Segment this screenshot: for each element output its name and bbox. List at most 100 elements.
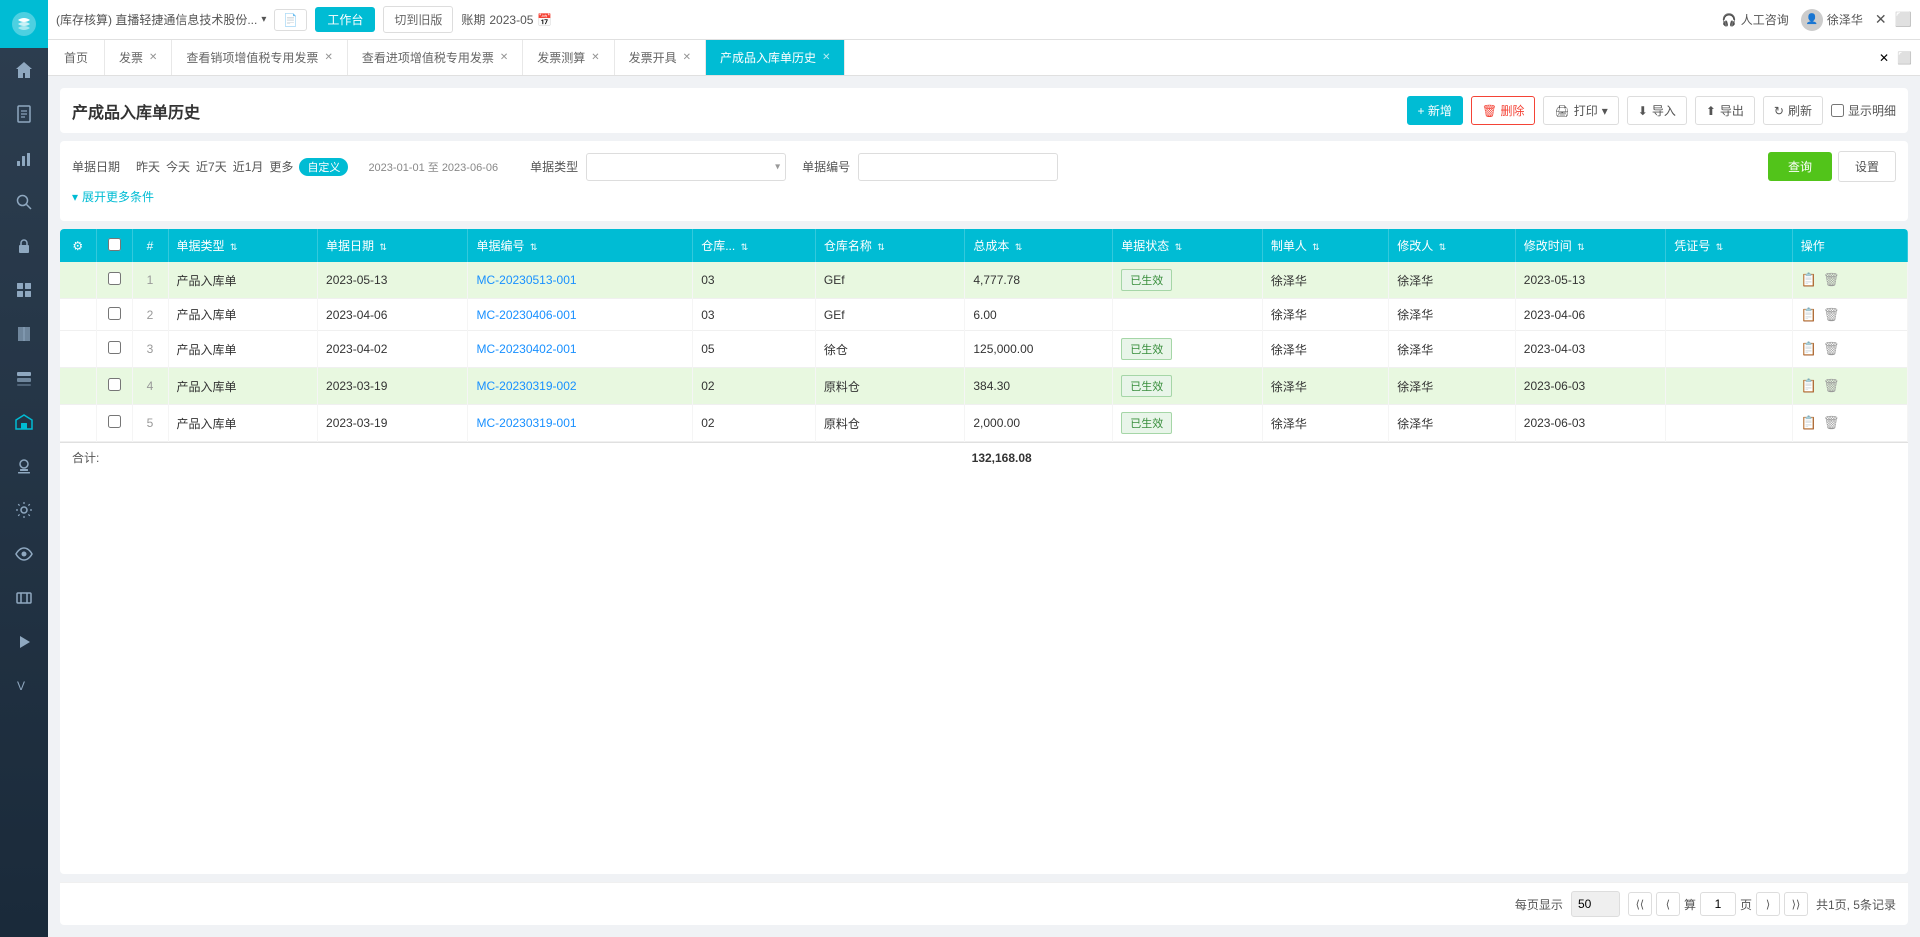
workbench-button[interactable]: 工作台 (315, 7, 375, 32)
last-page-button[interactable]: ⟩⟩ (1784, 892, 1808, 916)
tab-check-sales[interactable]: 查看销项增值税专用发票 ✕ (172, 40, 347, 75)
tab-product-inbound-close[interactable]: ✕ (822, 52, 830, 63)
date-today[interactable]: 今天 (166, 158, 190, 175)
sidebar-item-settings2[interactable] (0, 488, 48, 532)
col-warehouse-code[interactable]: 仓库... ⇅ (693, 229, 816, 262)
col-doc-number[interactable]: 单据编号 ⇅ (468, 229, 693, 262)
tab-invoice-open[interactable]: 发票开具 ✕ (615, 40, 706, 75)
sidebar-item-chart[interactable] (0, 136, 48, 180)
col-total-cost[interactable]: 总成本 ⇅ (965, 229, 1113, 262)
display-toggle[interactable]: 显示明细 (1831, 102, 1896, 119)
user-service[interactable]: 🎧 人工咨询 (1722, 11, 1789, 28)
row-delete-icon[interactable]: 🗑 (1823, 378, 1840, 394)
tab-check-purchase[interactable]: 查看进项增值税专用发票 ✕ (348, 40, 523, 75)
tab-invoice-calc-close[interactable]: ✕ (591, 52, 599, 63)
page-number-input[interactable] (1700, 892, 1736, 916)
close-window-icon[interactable]: ✕ (1875, 11, 1887, 28)
refresh-button[interactable]: ↻ 刷新 (1763, 96, 1823, 125)
row-edit-icon[interactable]: 📋 (1801, 415, 1817, 431)
doc-type-select[interactable] (586, 153, 786, 181)
row-edit-icon[interactable]: 📋 (1801, 307, 1817, 323)
doc-number-link[interactable]: MC-20230406-001 (476, 308, 576, 322)
col-settings[interactable]: ⚙ (60, 229, 96, 262)
sidebar-item-gear[interactable] (0, 576, 48, 620)
sidebar-item-stamp[interactable] (0, 444, 48, 488)
sidebar-item-grid[interactable] (0, 268, 48, 312)
set-button[interactable]: 设置 (1838, 151, 1896, 182)
row-delete-icon[interactable]: 🗑 (1823, 415, 1840, 431)
col-doc-type[interactable]: 单据类型 ⇅ (168, 229, 318, 262)
row-doc-number[interactable]: MC-20230319-001 (468, 405, 693, 442)
row-doc-number[interactable]: MC-20230319-002 (468, 368, 693, 405)
new-button[interactable]: + 新增 (1407, 96, 1463, 125)
tab-invoice-close[interactable]: ✕ (149, 52, 157, 63)
row-delete-icon[interactable]: 🗑 (1823, 307, 1840, 323)
row-checkbox-cell[interactable] (96, 262, 132, 299)
select-all-checkbox[interactable] (108, 238, 121, 251)
doc-number-input[interactable] (858, 153, 1058, 181)
sidebar-item-home[interactable] (0, 48, 48, 92)
tab-invoice-calc[interactable]: 发票测算 ✕ (523, 40, 614, 75)
sidebar-item-book[interactable] (0, 312, 48, 356)
tab-invoice[interactable]: 发票 ✕ (105, 40, 172, 75)
sidebar-item-lock[interactable] (0, 224, 48, 268)
row-checkbox[interactable] (108, 341, 121, 354)
col-voucher-no[interactable]: 凭证号 ⇅ (1666, 229, 1792, 262)
first-page-button[interactable]: ⟨⟨ (1628, 892, 1652, 916)
user-info[interactable]: 👤 徐泽华 (1801, 9, 1863, 31)
export-button[interactable]: ⬆ 导出 (1695, 96, 1755, 125)
col-creator[interactable]: 制单人 ⇅ (1262, 229, 1388, 262)
sidebar-item-docs[interactable] (0, 92, 48, 136)
sidebar-item-warehouse[interactable] (0, 400, 48, 444)
row-doc-number[interactable]: MC-20230402-001 (468, 331, 693, 368)
prev-page-button[interactable]: ⟨ (1656, 892, 1680, 916)
tab-home[interactable]: 首页 (48, 40, 105, 75)
row-checkbox[interactable] (108, 415, 121, 428)
row-checkbox-cell[interactable] (96, 331, 132, 368)
tab-fullscreen-icon[interactable]: ⬜ (1897, 51, 1912, 65)
settings-icon[interactable]: ⚙ (72, 239, 83, 253)
next-page-button[interactable]: ⟩ (1756, 892, 1780, 916)
date-yesterday[interactable]: 昨天 (136, 158, 160, 175)
col-modifier[interactable]: 修改人 ⇅ (1389, 229, 1515, 262)
sidebar-item-eye[interactable] (0, 532, 48, 576)
row-delete-icon[interactable]: 🗑 (1823, 272, 1840, 288)
doc-number-link[interactable]: MC-20230319-002 (476, 379, 576, 393)
tab-product-inbound[interactable]: 产成品入库单历史 ✕ (706, 40, 845, 75)
doc-number-link[interactable]: MC-20230319-001 (476, 416, 576, 430)
tab-check-sales-close[interactable]: ✕ (324, 52, 332, 63)
sidebar-item-search[interactable] (0, 180, 48, 224)
delete-button[interactable]: 🗑 删除 (1471, 96, 1536, 125)
tab-close-all-icon[interactable]: ✕ (1879, 51, 1889, 65)
doc-number-link[interactable]: MC-20230513-001 (476, 273, 576, 287)
display-toggle-checkbox[interactable] (1831, 104, 1844, 117)
date-more[interactable]: 更多 (269, 158, 293, 175)
row-edit-icon[interactable]: 📋 (1801, 272, 1817, 288)
row-checkbox-cell[interactable] (96, 368, 132, 405)
history-button[interactable]: 切到旧版 (383, 6, 453, 33)
doc-number-link[interactable]: MC-20230402-001 (476, 342, 576, 356)
row-checkbox-cell[interactable] (96, 299, 132, 331)
row-checkbox-cell[interactable] (96, 405, 132, 442)
col-doc-status[interactable]: 单据状态 ⇅ (1113, 229, 1263, 262)
col-modify-time[interactable]: 修改时间 ⇅ (1515, 229, 1665, 262)
sidebar-item-play[interactable] (0, 620, 48, 664)
date-custom-tag[interactable]: 自定义 (299, 158, 348, 176)
import-button[interactable]: ⬇ 导入 (1627, 96, 1687, 125)
col-warehouse-name[interactable]: 仓库名称 ⇅ (815, 229, 965, 262)
date-1month[interactable]: 近1月 (233, 158, 264, 175)
expand-button[interactable]: ▾ 展开更多条件 (72, 188, 154, 205)
row-checkbox[interactable] (108, 378, 121, 391)
row-checkbox[interactable] (108, 307, 121, 320)
tab-check-purchase-close[interactable]: ✕ (500, 52, 508, 63)
row-edit-icon[interactable]: 📋 (1801, 378, 1817, 394)
app-logo[interactable] (0, 0, 48, 48)
sidebar-item-storage[interactable] (0, 356, 48, 400)
date-7days[interactable]: 近7天 (196, 158, 227, 175)
tab-invoice-open-close[interactable]: ✕ (683, 52, 691, 63)
query-button[interactable]: 查询 (1768, 152, 1832, 181)
row-edit-icon[interactable]: 📋 (1801, 341, 1817, 357)
maximize-window-icon[interactable]: ⬜ (1895, 11, 1912, 28)
col-doc-date[interactable]: 单据日期 ⇅ (318, 229, 468, 262)
col-checkbox[interactable] (96, 229, 132, 262)
